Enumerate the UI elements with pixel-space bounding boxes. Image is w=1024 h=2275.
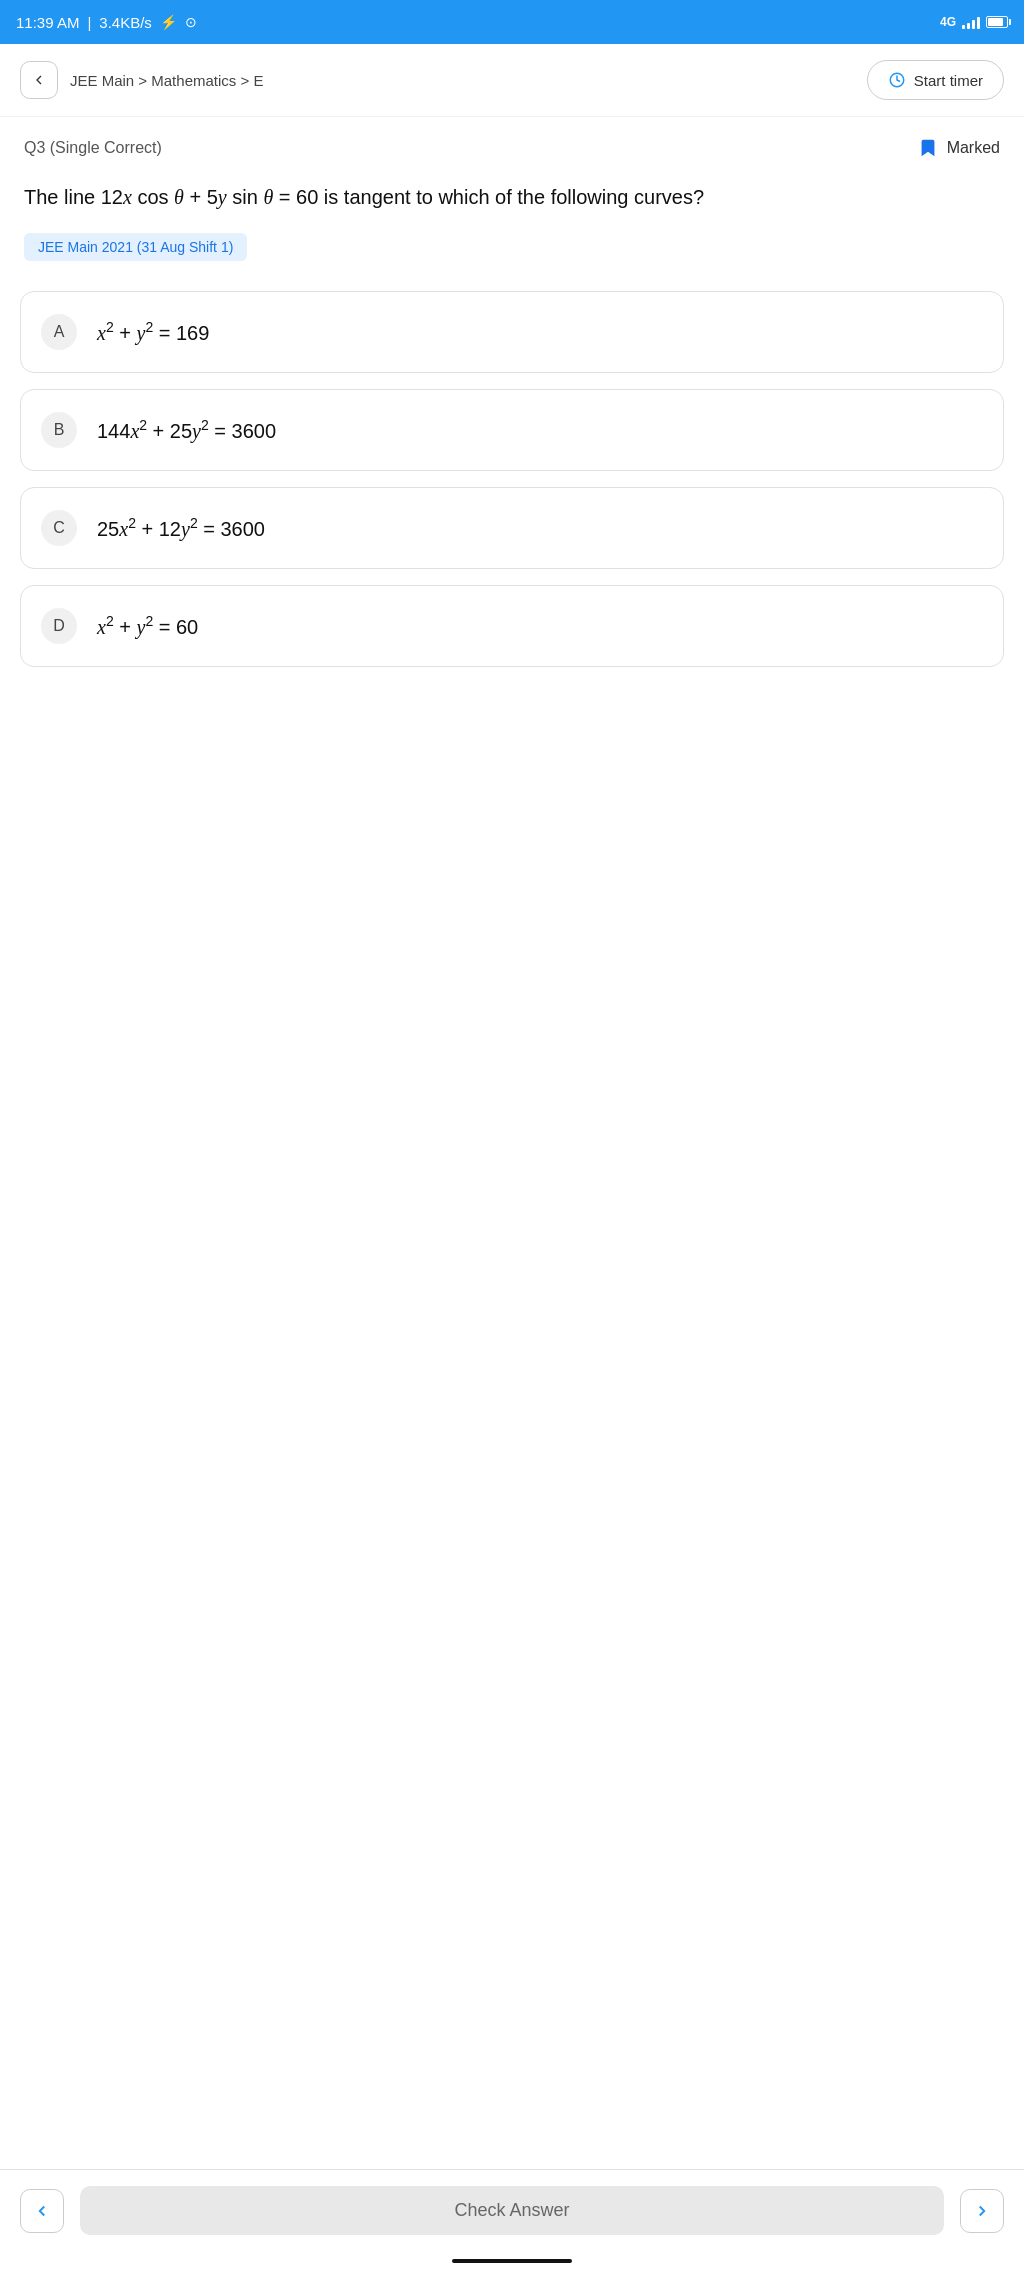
- option-b-text: 144x2 + 25y2 = 3600: [97, 417, 276, 443]
- battery-icon: [986, 16, 1008, 28]
- marked-label: Marked: [947, 139, 1000, 157]
- separator: |: [87, 14, 91, 31]
- bottom-nav: Check Answer: [0, 2169, 1024, 2251]
- next-arrow-icon: [973, 2202, 991, 2220]
- option-a[interactable]: A x2 + y2 = 169: [20, 291, 1004, 373]
- option-c-letter: C: [41, 510, 77, 546]
- chevron-left-icon: [31, 72, 47, 88]
- time-display: 11:39 AM: [16, 14, 79, 31]
- bookmark-icon: [917, 137, 939, 159]
- start-timer-button[interactable]: Start timer: [867, 60, 1004, 100]
- option-b[interactable]: B 144x2 + 25y2 = 3600: [20, 389, 1004, 471]
- home-indicator-area: [0, 2251, 1024, 2275]
- option-c[interactable]: C 25x2 + 12y2 = 3600: [20, 487, 1004, 569]
- check-answer-button[interactable]: Check Answer: [80, 2186, 944, 2235]
- status-left: 11:39 AM | 3.4KB/s ⚡ ⊙: [16, 14, 197, 31]
- spacer: [0, 1423, 1024, 2169]
- next-button[interactable]: [960, 2189, 1004, 2233]
- question-header: Q3 (Single Correct) Marked: [0, 117, 1024, 171]
- home-indicator: [452, 2259, 572, 2263]
- back-button[interactable]: [20, 61, 58, 99]
- start-timer-label: Start timer: [914, 72, 983, 89]
- options-container: A x2 + y2 = 169 B 144x2 + 25y2 = 3600 C …: [0, 281, 1024, 1423]
- network-speed: 3.4KB/s: [99, 14, 152, 31]
- option-a-letter: A: [41, 314, 77, 350]
- option-b-letter: B: [41, 412, 77, 448]
- question-body: The line 12x cos θ + 5y sin θ = 60 is ta…: [0, 171, 1024, 281]
- status-bar: 11:39 AM | 3.4KB/s ⚡ ⊙ 4G: [0, 0, 1024, 44]
- question-text: The line 12x cos θ + 5y sin θ = 60 is ta…: [24, 181, 1000, 213]
- prev-arrow-icon: [33, 2202, 51, 2220]
- nav-bar: JEE Main > Mathematics > E Start timer: [0, 44, 1024, 117]
- alarm-icon: ⊙: [185, 14, 197, 30]
- option-d-letter: D: [41, 608, 77, 644]
- option-a-text: x2 + y2 = 169: [97, 319, 209, 345]
- main-content: JEE Main > Mathematics > E Start timer Q…: [0, 44, 1024, 2275]
- signal-alert-icon: ⚡: [160, 14, 177, 30]
- breadcrumb: JEE Main > Mathematics > E: [70, 72, 855, 89]
- option-c-text: 25x2 + 12y2 = 3600: [97, 515, 265, 541]
- status-right: 4G: [940, 15, 1008, 29]
- network-type: 4G: [940, 15, 956, 29]
- question-label: Q3 (Single Correct): [24, 139, 162, 157]
- prev-button[interactable]: [20, 2189, 64, 2233]
- clock-icon: [888, 71, 906, 89]
- signal-strength-icon: [962, 15, 980, 29]
- question-tag: JEE Main 2021 (31 Aug Shift 1): [24, 233, 247, 261]
- marked-badge[interactable]: Marked: [917, 137, 1000, 159]
- option-d-text: x2 + y2 = 60: [97, 613, 198, 639]
- option-d[interactable]: D x2 + y2 = 60: [20, 585, 1004, 667]
